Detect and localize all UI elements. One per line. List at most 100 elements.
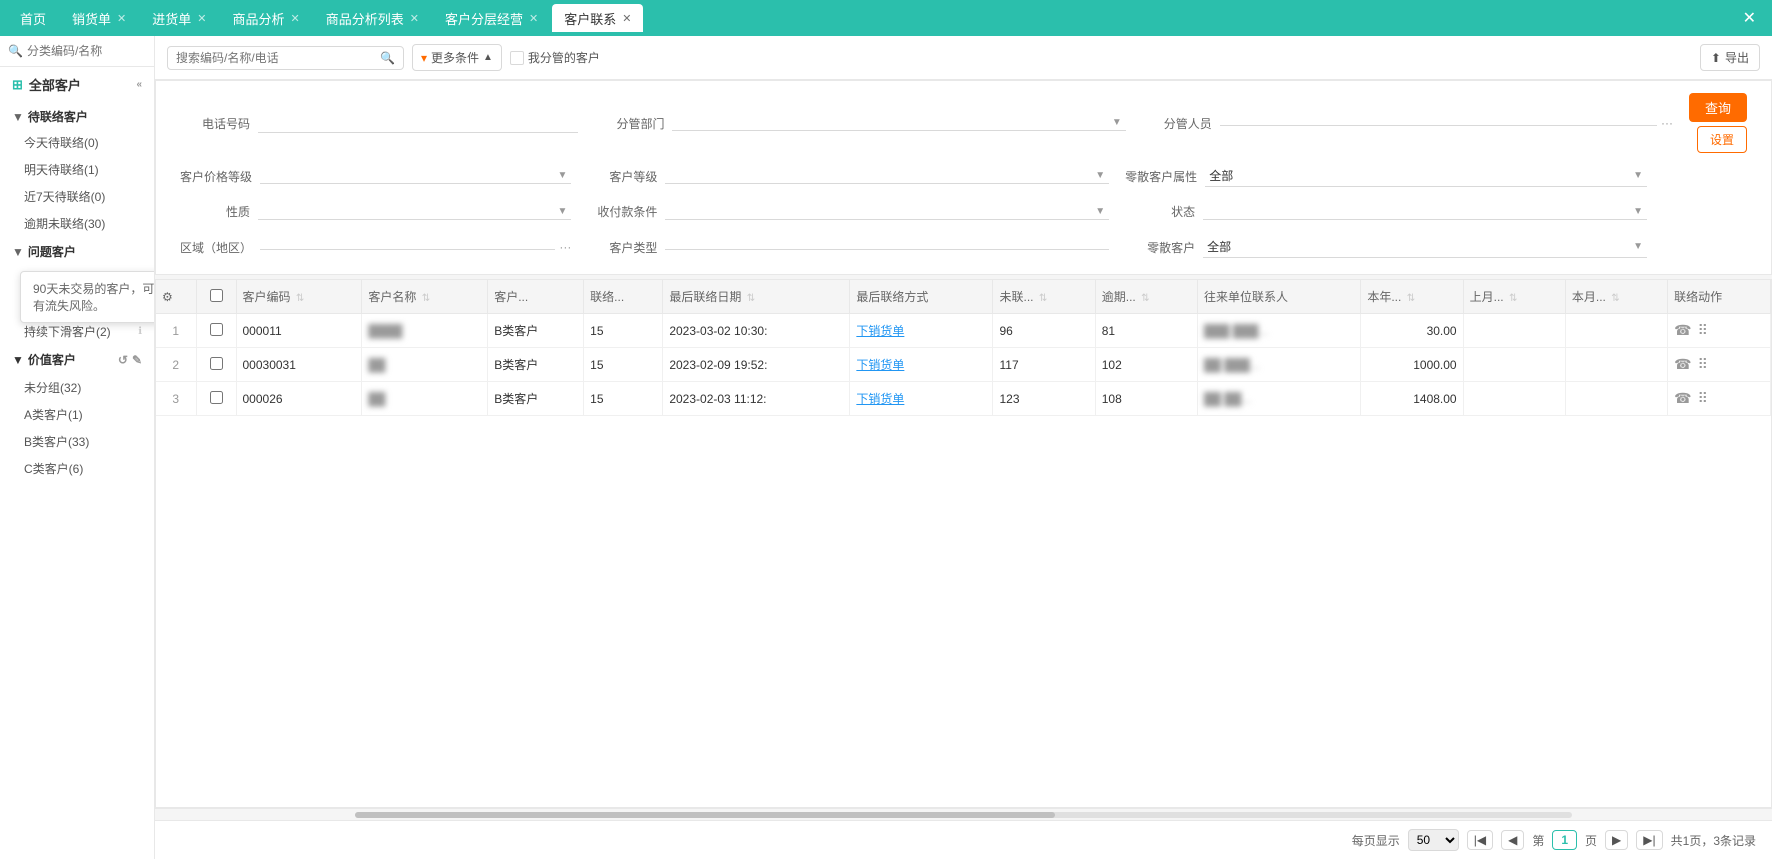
zero-attr-select[interactable]: 全部 ▼	[1205, 165, 1647, 187]
export-button[interactable]: ⬆ 导出	[1700, 44, 1760, 71]
th-contact[interactable]: 联络...	[584, 280, 663, 314]
sidebar-item-overdue[interactable]: 逾期未联络(30)	[0, 210, 154, 237]
main-layout: 🔍 ⊞ 全部客户 « ▼ 待联络客户 今天待联络(0) 明天待联络(1) 近7天…	[0, 36, 1772, 859]
row-last-month-2	[1463, 348, 1565, 382]
person-select[interactable]	[1220, 121, 1657, 126]
th-overdue[interactable]: 逾期...	[1095, 280, 1197, 314]
settings-button[interactable]: 设置	[1697, 126, 1747, 153]
contact-icon-1[interactable]: ☎	[1674, 322, 1691, 339]
sidebar-item-7days[interactable]: 近7天待联络(0)	[0, 183, 154, 210]
prev-page-btn[interactable]: ◀	[1501, 830, 1524, 850]
th-this-month[interactable]: 本月...	[1565, 280, 1667, 314]
total-info: 共1页，3条记录	[1671, 832, 1756, 849]
sidebar-item-a-class[interactable]: A类客户(1)	[0, 401, 154, 428]
tab-purchase-order[interactable]: 进货单 ✕	[140, 4, 218, 32]
row-last-method-1[interactable]: 下销货单	[850, 314, 993, 348]
th-checkbox[interactable]	[196, 280, 236, 314]
scrollbar-thumb[interactable]	[355, 812, 1055, 818]
tab-close-customer-contact[interactable]: ✕	[622, 12, 631, 25]
customer-grade-select[interactable]: ▼	[665, 168, 1109, 184]
tab-close-product-analysis[interactable]: ✕	[291, 12, 300, 25]
phone-label: 电话号码	[180, 115, 250, 132]
contact-icon-3[interactable]: ☎	[1674, 390, 1691, 407]
per-page-label: 每页显示	[1352, 832, 1400, 849]
tab-product-analysis-list[interactable]: 商品分析列表 ✕	[314, 4, 431, 32]
last-page-btn[interactable]: ▶|	[1636, 830, 1662, 850]
row-checkbox-3[interactable]	[196, 382, 236, 416]
zero-retail-select[interactable]: 全部 ▼	[1203, 236, 1647, 258]
th-type[interactable]: 客户...	[488, 280, 584, 314]
sidebar-search-input[interactable]	[27, 44, 155, 58]
sidebar-item-c-class[interactable]: C类客户(6)	[0, 455, 154, 482]
th-liaison[interactable]: 往来单位联系人	[1198, 280, 1361, 314]
th-settings[interactable]: ⚙	[156, 280, 196, 314]
query-button[interactable]: 查询	[1689, 93, 1747, 122]
row-last-method-3[interactable]: 下销货单	[850, 382, 993, 416]
row-year-2: 1000.00	[1361, 348, 1463, 382]
more-conditions-btn[interactable]: ▾ 更多条件 ▲	[412, 44, 502, 71]
th-year-amount[interactable]: 本年...	[1361, 280, 1463, 314]
select-all-checkbox[interactable]	[210, 289, 223, 302]
chevron-down-icon: ▼	[1112, 117, 1122, 128]
th-unlisted[interactable]: 未联...	[993, 280, 1095, 314]
sidebar-group-problem[interactable]: ▼ 问题客户	[0, 237, 154, 264]
tab-home[interactable]: 首页	[8, 4, 58, 32]
sidebar-group-value[interactable]: ▼ 价值客户 ↺ ✎	[0, 345, 154, 374]
tab-customer-layered[interactable]: 客户分层经营 ✕	[433, 4, 550, 32]
sidebar-item-ungrouped[interactable]: 未分组(32)	[0, 374, 154, 401]
filter-panel: 电话号码 分管部门 ▼ 分管人员 ···	[155, 80, 1772, 275]
horizontal-scrollbar[interactable]	[155, 808, 1772, 820]
scrollbar-track[interactable]	[355, 812, 1572, 818]
edit-icon[interactable]: ✎	[132, 353, 142, 367]
column-settings-icon[interactable]: ⚙	[162, 290, 173, 304]
sidebar-item-today[interactable]: 今天待联络(0)	[0, 129, 154, 156]
row-checkbox-1[interactable]	[196, 314, 236, 348]
tab-sales-order[interactable]: 销货单 ✕	[60, 4, 138, 32]
payment-select[interactable]: ▼	[665, 204, 1109, 220]
region-dots-icon[interactable]: ···	[559, 240, 571, 254]
chevron-down-icon-7: ▼	[1633, 206, 1643, 217]
first-page-btn[interactable]: |◀	[1467, 830, 1493, 850]
sidebar-item-b-class[interactable]: B类客户(33)	[0, 428, 154, 455]
my-customers-checkbox[interactable]: 我分管的客户	[510, 49, 600, 66]
menu-icon-1[interactable]: ⠿	[1698, 322, 1708, 339]
row-action-1: ☎ ⠿	[1668, 314, 1771, 348]
tab-close-purchase[interactable]: ✕	[197, 12, 206, 25]
phone-input[interactable]	[258, 114, 578, 133]
th-last-contact-date[interactable]: 最后联络日期	[663, 280, 850, 314]
th-last-contact-method[interactable]: 最后联络方式	[850, 280, 993, 314]
tab-close-product-list[interactable]: ✕	[410, 12, 419, 25]
row-year-1: 30.00	[1361, 314, 1463, 348]
tab-close-sales[interactable]: ✕	[117, 12, 126, 25]
region-select[interactable]	[260, 245, 555, 250]
customer-type-select[interactable]	[665, 245, 1109, 250]
window-close-button[interactable]: ✕	[1735, 8, 1764, 28]
sidebar-all-customers[interactable]: ⊞ 全部客户 «	[0, 67, 154, 102]
per-page-select[interactable]: 50 100 200	[1408, 829, 1459, 851]
refresh-icon[interactable]: ↺	[118, 353, 128, 367]
search-input[interactable]	[176, 51, 376, 65]
contact-icon-2[interactable]: ☎	[1674, 356, 1691, 373]
search-icon[interactable]: 🔍	[380, 51, 395, 65]
sidebar-collapse-btn[interactable]: «	[136, 79, 142, 90]
status-select[interactable]: ▼	[1203, 204, 1647, 220]
chevron-down-icon-6: ▼	[1095, 206, 1105, 217]
gender-select[interactable]: ▼	[258, 204, 571, 220]
th-name[interactable]: 客户名称	[362, 280, 488, 314]
row-checkbox-2[interactable]	[196, 348, 236, 382]
dept-select[interactable]: ▼	[672, 115, 1125, 131]
next-page-btn[interactable]: ▶	[1605, 830, 1628, 850]
sidebar-item-tomorrow[interactable]: 明天待联络(1)	[0, 156, 154, 183]
tab-close-customer-layered[interactable]: ✕	[529, 12, 538, 25]
menu-icon-3[interactable]: ⠿	[1698, 390, 1708, 407]
th-last-month[interactable]: 上月...	[1463, 280, 1565, 314]
tab-customer-contact[interactable]: 客户联系 ✕	[552, 4, 643, 32]
my-customers-check[interactable]	[510, 51, 524, 65]
menu-icon-2[interactable]: ⠿	[1698, 356, 1708, 373]
tab-product-analysis[interactable]: 商品分析 ✕	[220, 4, 311, 32]
price-grade-select[interactable]: ▼	[260, 168, 571, 184]
sidebar-group-pending[interactable]: ▼ 待联络客户	[0, 102, 154, 129]
th-code[interactable]: 客户编码	[236, 280, 362, 314]
row-last-method-2[interactable]: 下销货单	[850, 348, 993, 382]
dots-icon[interactable]: ···	[1661, 116, 1673, 130]
